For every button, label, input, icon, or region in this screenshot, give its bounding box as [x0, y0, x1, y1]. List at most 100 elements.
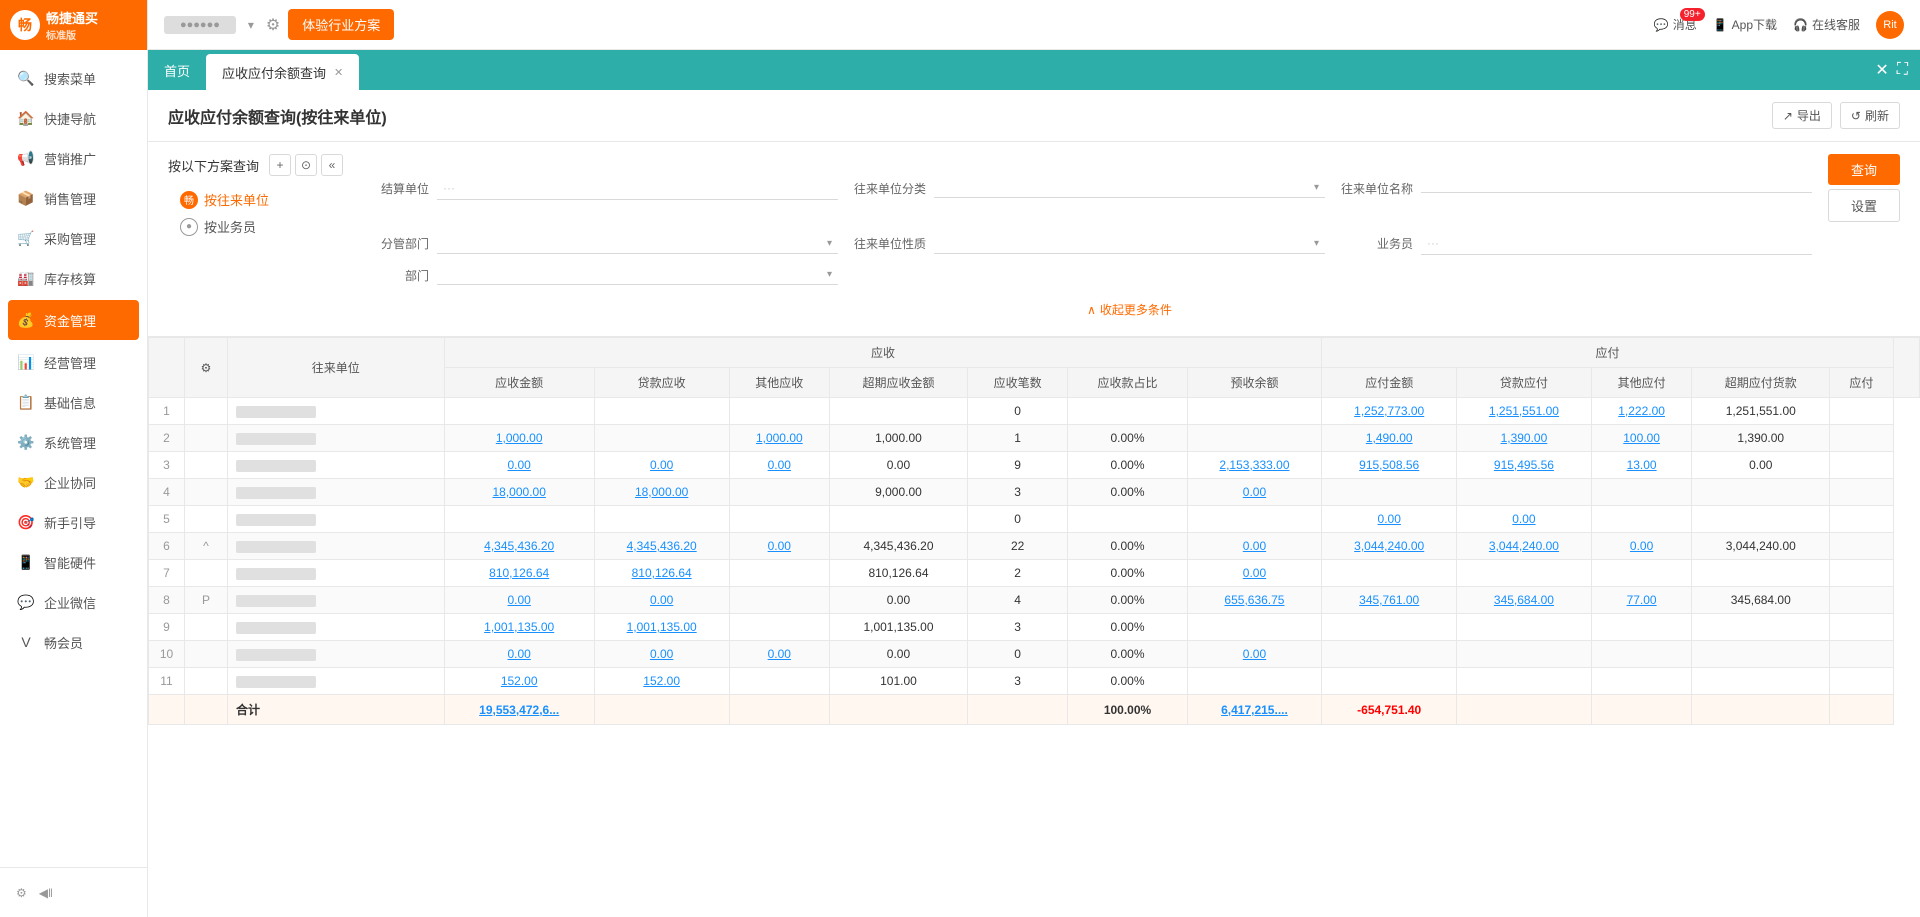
sidebar-item-purchase[interactable]: 🛒 采购管理: [0, 218, 147, 258]
sidebar-item-search-menu[interactable]: 🔍搜索菜单: [0, 58, 147, 98]
sidebar-item-inventory[interactable]: 🏭库存核算: [0, 258, 147, 298]
export-btn[interactable]: ↗ 导出: [1772, 102, 1832, 129]
sidebar-label-marketing: 营销推广: [44, 149, 96, 168]
overdue-payable-header: 超期应付货款: [1692, 368, 1830, 398]
table-row: 30.000.000.000.0090.00%2,153,333.00915,5…: [149, 452, 1920, 479]
unit-nature-select[interactable]: ▾: [934, 234, 1325, 254]
scheme-collapse-btn[interactable]: «: [321, 154, 343, 176]
settlement-unit-input[interactable]: ···: [437, 177, 838, 200]
unit-category-field: 往来单位分类 ▾: [846, 178, 1325, 198]
purchase-icon: 🛒: [16, 228, 36, 248]
table-row: 418,000.0018,000.009,000.0030.00%0.00: [149, 479, 1920, 506]
sidebar-label-basic: 基础信息: [44, 393, 96, 412]
sidebar-item-business[interactable]: 📊经营管理: [0, 342, 147, 382]
avatar: Rit: [1876, 11, 1904, 39]
sidebar-footer: ⚙ ◀‖: [0, 867, 147, 917]
sidebar-label-system: 系统管理: [44, 433, 96, 452]
messages-btn[interactable]: 💬 消息 99+: [1654, 16, 1697, 33]
unit-name-cell: [227, 641, 444, 668]
tab-close-window-btn[interactable]: ✕: [1875, 60, 1888, 80]
topbar-left: ●●●●●● ▾ ⚙ 体验行业方案: [164, 9, 1654, 40]
table-row: 500.000.00: [149, 506, 1920, 533]
breadcrumb-chevron: ▾: [248, 18, 254, 32]
settings-header[interactable]: ⚙: [185, 338, 228, 398]
dept-select[interactable]: ▾: [437, 265, 838, 285]
table-row: 21,000.001,000.001,000.0010.00%1,490.001…: [149, 425, 1920, 452]
sidebar-label-member: 畅会员: [44, 633, 83, 652]
sidebar-label-purchase: 采购管理: [44, 229, 96, 248]
enterprise-icon: 🤝: [16, 472, 36, 492]
sales-icon: 📦: [16, 188, 36, 208]
tab-close-btn[interactable]: ✕: [334, 66, 343, 79]
sidebar-item-quick-nav[interactable]: 🏠快捷导航: [0, 98, 147, 138]
sidebar-item-sales[interactable]: 📦销售管理: [0, 178, 147, 218]
table-row: 8P0.000.000.0040.00%655,636.75345,761.00…: [149, 587, 1920, 614]
add-scheme-btn[interactable]: +: [269, 154, 291, 176]
online-service-btn[interactable]: 🎧 在线客服: [1793, 16, 1860, 33]
unit-name-field: 往来单位名称: [1333, 180, 1812, 197]
page-header-actions: ↗ 导出 ↺ 刷新: [1772, 102, 1900, 129]
option-by-salesman[interactable]: ● 按业务员: [172, 213, 343, 240]
unit-name-cell: [227, 452, 444, 479]
set-btn[interactable]: 设置: [1828, 189, 1900, 222]
tab-fullscreen-btn[interactable]: ⛶: [1897, 61, 1908, 79]
sidebar: 畅 畅捷通买 标准版 🔍搜索菜单🏠快捷导航📢营销推广📦销售管理🛒采购管理🏭库存核…: [0, 0, 148, 917]
search-area: 按以下方案查询 + ⊙ « 畅 按往来单位 ● 按业务员: [148, 142, 1920, 337]
topbar-right: 💬 消息 99+ 📱 App下载 🎧 在线客服 Rit: [1654, 11, 1904, 39]
scheme-settings-btn[interactable]: ⊙: [295, 154, 317, 176]
dept-field: 部门 ▾: [359, 265, 838, 285]
refresh-icon: ↺: [1851, 109, 1861, 123]
tabbar: 首页 应收应付余额查询 ✕ ✕ ⛶: [148, 50, 1920, 90]
sidebar-item-finance[interactable]: 💰资金管理: [8, 300, 139, 340]
table-row: 91,001,135.001,001,135.001,001,135.0030.…: [149, 614, 1920, 641]
sidebar-item-system[interactable]: ⚙️ 系统管理: [0, 422, 147, 462]
summary-prepaid-balance[interactable]: 6,417,215....: [1187, 695, 1322, 725]
summary-receivable-amount[interactable]: 19,553,472,6...: [444, 695, 594, 725]
tab-home[interactable]: 首页: [148, 50, 206, 90]
page-header: 应收应付余额查询(按往来单位) ↗ 导出 ↺ 刷新: [148, 90, 1920, 142]
sidebar-item-guide[interactable]: 🎯新手引导: [0, 502, 147, 542]
table-area: ⚙ 往来单位 应收 应付 应收金额 贷款应收 其他应收 超期应收金额 应收笔数 …: [148, 337, 1920, 917]
table-row: 11152.00152.00101.0030.00%: [149, 668, 1920, 695]
sidebar-item-marketing[interactable]: 📢营销推广: [0, 138, 147, 178]
query-btn[interactable]: 查询: [1828, 154, 1900, 185]
payable-group-header: 应付: [1322, 338, 1893, 368]
hardware-icon: 📱: [16, 552, 36, 572]
refresh-btn[interactable]: ↺ 刷新: [1840, 102, 1900, 129]
system-icon: ⚙️: [16, 432, 36, 452]
dept-manager-select[interactable]: ▾: [437, 234, 838, 254]
unit-name-input[interactable]: [1421, 184, 1812, 193]
topbar-breadcrumb: ●●●●●●: [164, 16, 236, 34]
receivable-group-header: 应收: [444, 338, 1322, 368]
collapse-btn[interactable]: ∧ 收起更多条件: [359, 295, 1900, 324]
sidebar-item-hardware[interactable]: 📱智能硬件: [0, 542, 147, 582]
unit-name-cell: [227, 398, 444, 425]
finance-icon: 💰: [16, 310, 36, 330]
sidebar-item-enterprise[interactable]: 🤝企业协同: [0, 462, 147, 502]
summary-row: 合计 19,553,472,6... 100.00% 6,417,215....…: [149, 695, 1920, 725]
sidebar-item-member[interactable]: V畅会员: [0, 622, 147, 662]
unit-category-select[interactable]: ▾: [934, 178, 1325, 198]
export-icon: ↗: [1783, 109, 1793, 123]
settings-footer-btn[interactable]: ⚙: [16, 886, 27, 900]
user-avatar[interactable]: Rit: [1876, 11, 1904, 39]
salesman-input[interactable]: ···: [1421, 232, 1812, 255]
app-download-btn[interactable]: 📱 App下载: [1713, 16, 1777, 33]
wechat-icon: 💬: [16, 592, 36, 612]
download-icon: 📱: [1713, 18, 1728, 32]
topbar-gear-icon[interactable]: ⚙: [266, 15, 280, 35]
basic-icon: 📋: [16, 392, 36, 412]
sidebar-item-basic[interactable]: 📋 基础信息: [0, 382, 147, 422]
payable-amount-header: 应付金额: [1322, 368, 1457, 398]
collapse-footer-btn[interactable]: ◀‖: [39, 886, 53, 900]
option-by-unit[interactable]: 畅 按往来单位: [172, 186, 343, 213]
payable-extra-header: 应付: [1830, 368, 1893, 398]
solution-btn[interactable]: 体验行业方案: [288, 9, 394, 40]
sidebar-item-wechat[interactable]: 💬企业微信: [0, 582, 147, 622]
unit-name-cell: [227, 479, 444, 506]
table-row: 6^4,345,436.204,345,436.200.004,345,436.…: [149, 533, 1920, 560]
unit-name-cell: [227, 668, 444, 695]
business-icon: 📊: [16, 352, 36, 372]
search-icons: + ⊙ «: [269, 154, 343, 176]
tab-receivable[interactable]: 应收应付余额查询 ✕: [206, 54, 359, 90]
